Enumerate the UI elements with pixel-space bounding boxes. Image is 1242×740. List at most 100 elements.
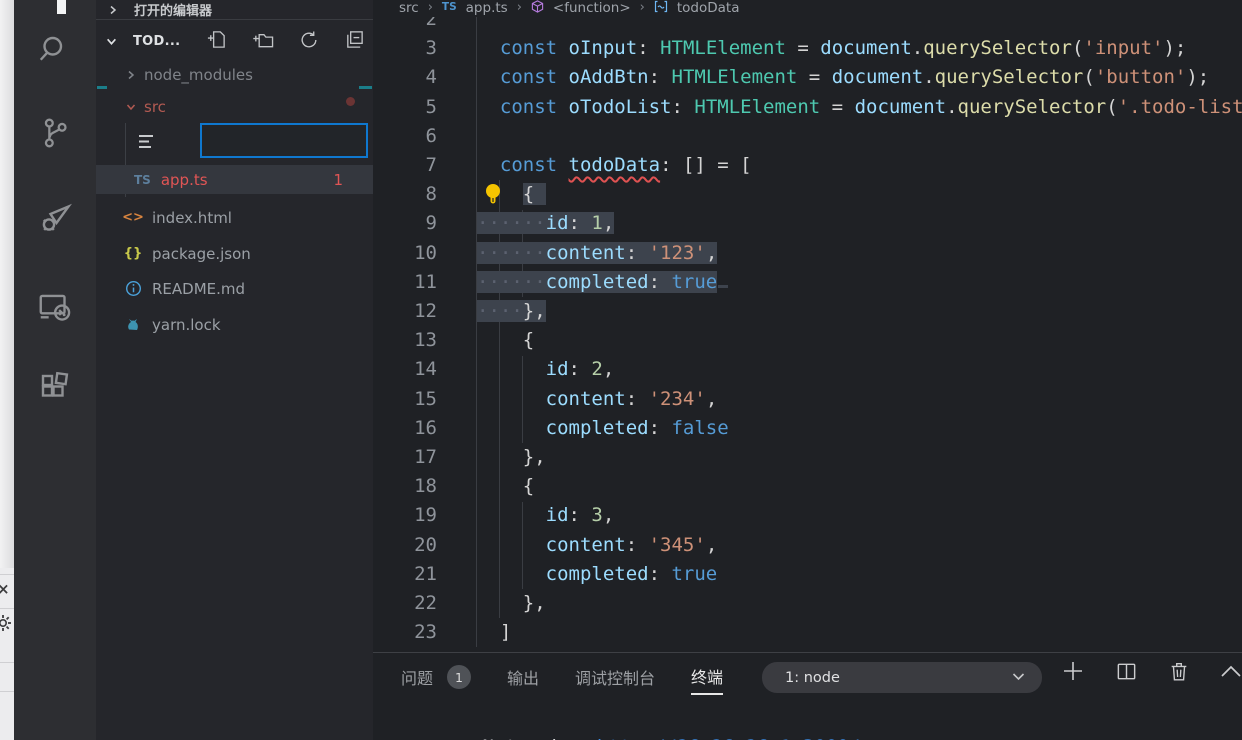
- line-number: 21: [373, 560, 437, 589]
- code-line[interactable]: 6: [373, 122, 1242, 152]
- bottom-panel: 问题 1 输出 调试控制台 终端 1: node > Network: http…: [373, 652, 1242, 740]
- code-line[interactable]: 13 {: [373, 326, 1242, 356]
- trash-icon[interactable]: [1168, 660, 1190, 683]
- typescript-file-icon: TS: [442, 0, 457, 13]
- code-line[interactable]: 18 {: [373, 472, 1242, 502]
- breadcrumb-file[interactable]: app.ts: [466, 0, 508, 16]
- source-control-icon: [38, 116, 72, 150]
- tab-label: 输出: [507, 665, 539, 689]
- code-line[interactable]: 7 const todoData: [] = [: [373, 151, 1242, 181]
- code-line[interactable]: 10······content: '123',: [373, 239, 1242, 269]
- refresh-icon[interactable]: [299, 30, 319, 50]
- code-line[interactable]: 16 completed: false: [373, 414, 1242, 444]
- typescript-file-icon: TS: [134, 173, 151, 187]
- code-line[interactable]: 4 const oAddBtn: HTMLElement = document.…: [373, 63, 1242, 93]
- sidebar-item-readme[interactable]: README.md: [96, 274, 373, 303]
- terminal-select-dropdown[interactable]: 1: node: [762, 662, 1042, 693]
- sidebar-item-node-modules[interactable]: node_modules: [96, 60, 373, 89]
- line-number: 8: [373, 180, 437, 209]
- open-editors-label: 打开的编辑器: [134, 0, 212, 19]
- code-line[interactable]: 5 const oTodoList: HTMLElement = documen…: [373, 93, 1242, 123]
- remote-explorer-button[interactable]: [14, 279, 96, 335]
- background-window-strip: ×: [0, 0, 14, 740]
- chevron-down-icon: [1012, 672, 1025, 681]
- code-line[interactable]: 3 const oInput: HTMLElement = document.q…: [373, 34, 1242, 64]
- line-number: 14: [373, 355, 437, 384]
- line-number: 22: [373, 589, 437, 618]
- yarn-file-icon: [122, 316, 144, 333]
- terminal-output-line[interactable]: > Network: http://26.26.26.1:3000/: [391, 704, 860, 740]
- code-line[interactable]: 15 content: '234',: [373, 385, 1242, 415]
- code-line[interactable]: 22 },: [373, 589, 1242, 619]
- new-terminal-icon[interactable]: [1061, 659, 1085, 683]
- code-line[interactable]: 9······id: 1,: [373, 209, 1242, 239]
- sidebar-item-package-json[interactable]: {} package.json: [96, 239, 373, 268]
- panel-tab-debug-console[interactable]: 调试控制台: [575, 660, 655, 694]
- maximize-panel-icon[interactable]: [1220, 664, 1242, 678]
- line-number: 15: [373, 385, 437, 414]
- extensions-button[interactable]: [14, 360, 96, 416]
- new-file-icon[interactable]: [206, 29, 227, 50]
- code-line[interactable]: 23 ]: [373, 618, 1242, 648]
- lightbulb-icon[interactable]: [484, 183, 502, 205]
- code-line[interactable]: 8 {: [373, 180, 1242, 210]
- search-button[interactable]: [14, 22, 96, 78]
- problems-count-badge: 1: [447, 665, 471, 689]
- breadcrumb[interactable]: src › TS app.ts › <function> › todoData: [373, 0, 1242, 17]
- line-number: 5: [373, 93, 437, 122]
- workspace-title: TOD...: [133, 34, 180, 49]
- split-terminal-icon[interactable]: [1115, 660, 1138, 683]
- breadcrumb-function[interactable]: <function>: [553, 0, 631, 16]
- info-file-icon: [122, 280, 144, 297]
- panel-tab-output[interactable]: 输出: [507, 660, 539, 694]
- new-file-name-input[interactable]: [200, 123, 368, 158]
- chevron-right-icon: [108, 5, 118, 15]
- code-line[interactable]: 21 completed: true: [373, 560, 1242, 590]
- sidebar-item-yarn-lock[interactable]: yarn.lock: [96, 310, 373, 339]
- modified-dot-badge: [346, 97, 355, 106]
- folder-label: src: [144, 98, 166, 116]
- code-line[interactable]: 20 content: '345',: [373, 531, 1242, 561]
- file-label: yarn.lock: [152, 316, 221, 334]
- terminal-url[interactable]: http://26.26.26.1:3000/: [597, 736, 860, 740]
- terminal-prompt-text: > Network:: [460, 736, 574, 740]
- vscode-window: × 打开的编辑器 TOD...: [0, 0, 1242, 740]
- file-lines-icon: [136, 132, 158, 152]
- panel-actions: [1061, 659, 1242, 683]
- chevron-right-icon: ›: [428, 0, 433, 15]
- new-file-row: [96, 123, 373, 163]
- extensions-icon: [37, 370, 73, 406]
- sidebar-item-app-ts[interactable]: TS app.ts 1: [96, 165, 373, 194]
- open-editors-header[interactable]: 打开的编辑器: [96, 0, 373, 20]
- sidebar-item-index-html[interactable]: <> index.html: [96, 203, 373, 232]
- gear-icon[interactable]: [0, 614, 12, 632]
- collapse-all-icon[interactable]: [344, 29, 365, 50]
- terminal-select-value: 1: node: [785, 670, 840, 686]
- search-icon: [37, 32, 73, 68]
- line-number: 16: [373, 414, 437, 443]
- code-line[interactable]: 14 id: 2,: [373, 355, 1242, 385]
- line-number: 13: [373, 326, 437, 355]
- file-label: app.ts: [161, 171, 208, 189]
- chevron-right-icon: ›: [517, 0, 522, 15]
- breadcrumb-variable[interactable]: todoData: [677, 0, 740, 16]
- close-icon[interactable]: ×: [0, 580, 10, 598]
- source-control-button[interactable]: [14, 105, 96, 161]
- sidebar-item-src[interactable]: src: [96, 92, 373, 121]
- symbol-variable-icon: [654, 0, 668, 13]
- editor-group: src › TS app.ts › <function> › todoData …: [373, 0, 1242, 652]
- new-folder-icon[interactable]: [252, 29, 274, 50]
- run-debug-button[interactable]: [14, 189, 96, 245]
- workspace-section-header[interactable]: TOD...: [96, 26, 373, 56]
- code-line[interactable]: 11······completed: true: [373, 268, 1242, 298]
- code-line[interactable]: 12····},: [373, 297, 1242, 327]
- line-number: 18: [373, 472, 437, 501]
- breadcrumb-src[interactable]: src: [399, 0, 419, 16]
- line-number: 7: [373, 151, 437, 180]
- panel-tab-terminal[interactable]: 终端: [691, 659, 723, 695]
- code-area[interactable]: 23 const oInput: HTMLElement = document.…: [373, 0, 1242, 652]
- code-line[interactable]: 17 },: [373, 443, 1242, 473]
- chevron-down-icon: [126, 102, 136, 112]
- panel-tab-problems[interactable]: 问题 1: [401, 660, 471, 694]
- code-line[interactable]: 19 id: 3,: [373, 501, 1242, 531]
